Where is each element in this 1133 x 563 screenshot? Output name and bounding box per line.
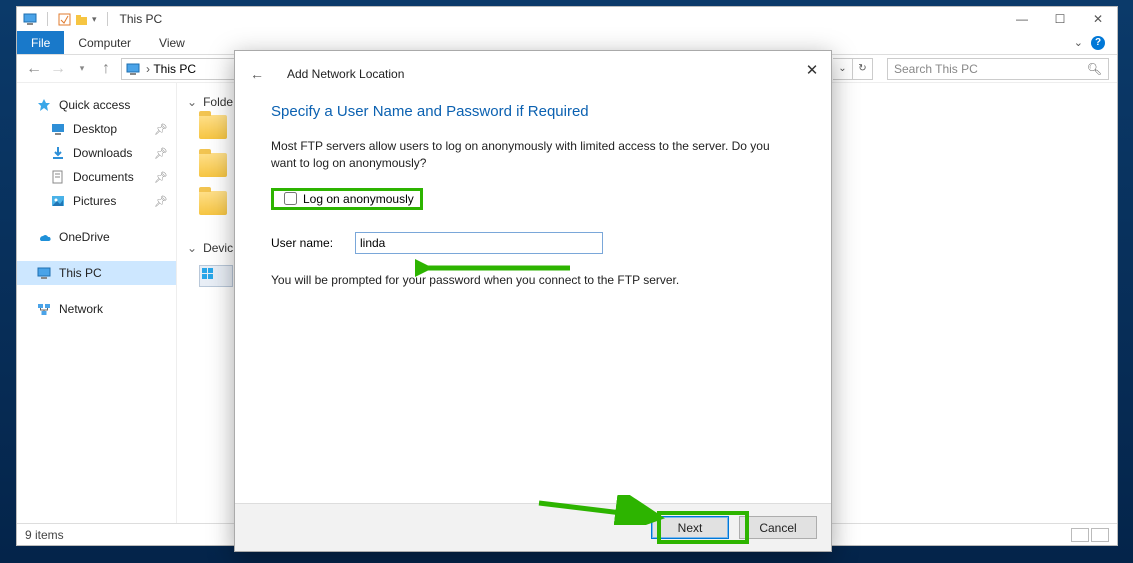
qat-separator-2 xyxy=(107,12,108,26)
section-label: Folde xyxy=(203,95,233,109)
view-large-icon[interactable] xyxy=(1091,528,1109,542)
qat-separator xyxy=(47,12,48,26)
new-folder-icon[interactable] xyxy=(75,13,88,26)
tab-file[interactable]: File xyxy=(17,31,64,54)
section-label: Devic xyxy=(203,241,233,255)
nav-up-button[interactable]: ↑ xyxy=(97,60,115,78)
sidebar-item-label: This PC xyxy=(59,266,102,280)
folder-tile[interactable] xyxy=(199,191,227,215)
username-row: User name: xyxy=(271,232,795,254)
sidebar-item-label: Network xyxy=(59,302,103,316)
folder-tile[interactable] xyxy=(199,115,227,139)
window-title: This PC xyxy=(120,12,163,26)
nav-sidebar: Quick access Desktop 📌︎ Downloads 📌︎ Doc… xyxy=(17,83,177,523)
refresh-button[interactable]: ↻ xyxy=(853,58,873,80)
this-pc-icon xyxy=(126,62,140,76)
pin-icon: 📌︎ xyxy=(154,123,168,136)
address-dropdown-icon[interactable]: ⌄ xyxy=(833,58,853,80)
properties-icon[interactable] xyxy=(58,13,71,26)
sidebar-item-label: Pictures xyxy=(73,194,116,208)
nav-recent-icon[interactable]: ▾ xyxy=(73,60,91,78)
log-on-anonymously-label: Log on anonymously xyxy=(303,192,414,206)
wizard-hint: You will be prompted for your password w… xyxy=(271,272,795,289)
window-controls: — ☐ ✕ xyxy=(1003,7,1117,31)
wizard-title: Add Network Location xyxy=(287,67,404,81)
sidebar-item-downloads[interactable]: Downloads 📌︎ xyxy=(17,141,176,165)
next-button[interactable]: Next xyxy=(651,516,729,539)
maximize-button[interactable]: ☐ xyxy=(1041,7,1079,31)
sidebar-item-desktop[interactable]: Desktop 📌︎ xyxy=(17,117,176,141)
close-button[interactable]: ✕ xyxy=(1079,7,1117,31)
sidebar-item-label: Desktop xyxy=(73,122,117,136)
sidebar-item-documents[interactable]: Documents 📌︎ xyxy=(17,165,176,189)
address-tail: ⌄ ↻ xyxy=(833,58,873,80)
windows-icon xyxy=(202,268,214,280)
sidebar-item-network[interactable]: Network xyxy=(17,297,176,321)
onedrive-icon xyxy=(37,230,51,244)
nav-forward-button[interactable]: → xyxy=(49,60,67,78)
wizard-footer: Next Cancel xyxy=(235,503,831,551)
wizard-heading: Specify a User Name and Password if Requ… xyxy=(271,103,795,120)
sidebar-item-onedrive[interactable]: OneDrive xyxy=(17,225,176,249)
minimize-button[interactable]: — xyxy=(1003,7,1041,31)
downloads-icon xyxy=(51,146,65,160)
view-details-icon[interactable] xyxy=(1071,528,1089,542)
address-text: This PC xyxy=(153,62,196,76)
sidebar-item-label: Quick access xyxy=(59,98,130,112)
search-input[interactable]: Search This PC 🔍︎ xyxy=(887,58,1109,80)
desktop-icon xyxy=(51,122,65,136)
qat-dropdown-icon[interactable]: ▾ xyxy=(92,14,97,25)
log-on-anonymously-checkbox[interactable] xyxy=(284,192,297,205)
wizard-back-button[interactable]: ← xyxy=(249,66,265,82)
wizard-intro: Most FTP servers allow users to log on a… xyxy=(271,138,795,172)
network-icon xyxy=(37,302,51,316)
pin-icon: 📌︎ xyxy=(154,147,168,160)
folder-tile[interactable] xyxy=(199,153,227,177)
pin-icon: 📌︎ xyxy=(154,171,168,184)
help-icon[interactable]: ? xyxy=(1091,36,1105,50)
username-input[interactable] xyxy=(355,232,603,254)
chevron-down-icon: ⌄ xyxy=(187,95,197,109)
explorer-titlebar[interactable]: ▾ This PC — ☐ ✕ xyxy=(17,7,1117,31)
sidebar-item-quick-access[interactable]: Quick access xyxy=(17,93,176,117)
add-network-location-wizard: ← Add Network Location ✕ Specify a User … xyxy=(234,50,832,552)
sidebar-item-this-pc[interactable]: This PC xyxy=(17,261,176,285)
search-icon: 🔍︎ xyxy=(1087,62,1102,76)
tab-computer[interactable]: Computer xyxy=(64,31,145,54)
wizard-close-button[interactable]: ✕ xyxy=(803,61,821,79)
wizard-body: Specify a User Name and Password if Requ… xyxy=(235,97,831,289)
sidebar-item-pictures[interactable]: Pictures 📌︎ xyxy=(17,189,176,213)
log-on-anonymously-highlight: Log on anonymously xyxy=(271,188,423,210)
wizard-header: ← Add Network Location ✕ xyxy=(235,51,831,97)
address-text: › xyxy=(146,62,153,76)
sidebar-item-label: OneDrive xyxy=(59,230,110,244)
cancel-button[interactable]: Cancel xyxy=(739,516,817,539)
drive-tile[interactable] xyxy=(199,265,233,287)
quick-access-toolbar: ▾ xyxy=(23,12,114,26)
sidebar-item-label: Documents xyxy=(73,170,134,184)
nav-back-button[interactable]: ← xyxy=(25,60,43,78)
this-pc-icon xyxy=(37,266,51,280)
sidebar-item-label: Downloads xyxy=(73,146,132,160)
pin-icon: 📌︎ xyxy=(154,195,168,208)
search-placeholder: Search This PC xyxy=(894,62,978,76)
documents-icon xyxy=(51,170,65,184)
chevron-down-icon: ⌄ xyxy=(187,241,197,255)
pictures-icon xyxy=(51,194,65,208)
ribbon-collapse-icon[interactable]: ⌄ xyxy=(1074,36,1083,49)
tab-view[interactable]: View xyxy=(145,31,199,54)
status-text: 9 items xyxy=(25,528,64,542)
star-icon xyxy=(37,98,51,112)
this-pc-icon xyxy=(23,12,37,26)
username-label: User name: xyxy=(271,236,355,250)
